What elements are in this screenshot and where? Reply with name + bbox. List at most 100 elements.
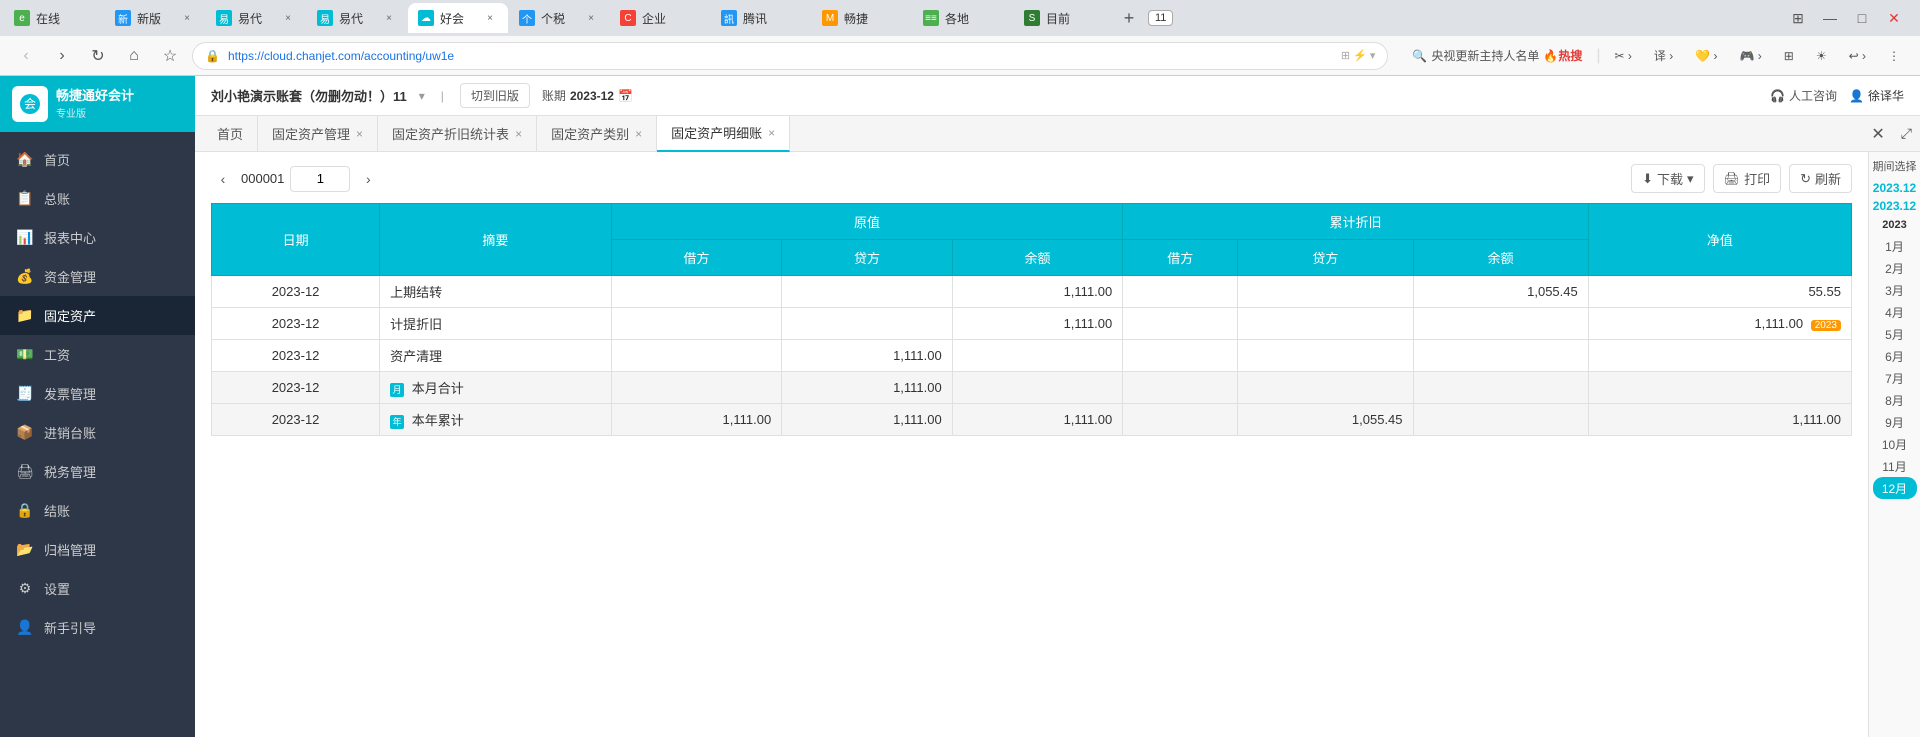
sidebar-item-invoice[interactable]: 🧾 发票管理 xyxy=(0,374,195,413)
sidebar-item-fund[interactable]: 💰 资金管理 xyxy=(0,257,195,296)
browser-tab-muqian[interactable]: S 目前 xyxy=(1014,3,1114,33)
maximize-btn[interactable]: □ xyxy=(1848,4,1876,32)
brightness-btn[interactable]: ☀ xyxy=(1808,45,1835,67)
browser-tab-tengxun[interactable]: 訊 腾讯 xyxy=(711,3,811,33)
cell-orig-balance-1: 1,111.00 xyxy=(952,276,1123,308)
search-toolbar[interactable]: 🔍 央视更新主持人名单 🔥热搜 xyxy=(1404,43,1590,68)
browser-tab-new[interactable]: 新 新版 × xyxy=(105,3,205,33)
cell-orig-balance-2: 1,111.00 xyxy=(952,308,1123,340)
sidebar-item-salary[interactable]: 💵 工资 xyxy=(0,335,195,374)
pagination-nav: ‹ 000001 1 › xyxy=(211,166,380,192)
refresh-btn[interactable]: ↻ 刷新 xyxy=(1789,164,1852,193)
period-panel-title: 期间选择 xyxy=(1871,156,1919,179)
tab-close-yidai1[interactable]: × xyxy=(280,10,296,26)
page-tab-fixed-cat[interactable]: 固定资产类别 × xyxy=(537,116,657,152)
period-month-11[interactable]: 11月 xyxy=(1873,455,1917,477)
sidebar-item-closing[interactable]: 🔒 结账 xyxy=(0,491,195,530)
app-main: 刘小艳演示账套（勿删勿动！）11 ▾ | 切到旧版 账期 2023-12 📅 🎧… xyxy=(195,76,1920,737)
browser-tab-yidai1[interactable]: 易 易代 × xyxy=(206,3,306,33)
period-month-5[interactable]: 5月 xyxy=(1873,323,1917,345)
more-btn[interactable]: ⋮ xyxy=(1880,45,1908,67)
period-calendar-icon[interactable]: 📅 xyxy=(618,89,633,103)
new-tab-button[interactable]: + xyxy=(1115,4,1143,32)
tab-close-geshui[interactable]: × xyxy=(583,10,599,26)
account-name: 刘小艳演示账套（勿删勿动！）11 xyxy=(211,86,407,105)
minimize-btn[interactable]: — xyxy=(1816,4,1844,32)
support-link[interactable]: 🎧 人工咨询 xyxy=(1770,87,1837,104)
period-month-6[interactable]: 6月 xyxy=(1873,345,1917,367)
switch-version-btn[interactable]: 切到旧版 xyxy=(460,83,530,108)
cell-orig-debit-4 xyxy=(611,372,782,404)
period-month-12[interactable]: 12月 xyxy=(1873,477,1917,499)
page-tab-home[interactable]: 首页 xyxy=(203,116,258,152)
download-btn[interactable]: ⬇ 下载 ▾ xyxy=(1631,164,1704,193)
sidebar-item-guide[interactable]: 👤 新手引导 xyxy=(0,608,195,647)
game-btn[interactable]: 🎮 › xyxy=(1732,45,1770,67)
close-browser-btn[interactable]: ✕ xyxy=(1880,4,1908,32)
browser-tab-online[interactable]: e 在线 xyxy=(4,3,104,33)
sidebar-item-archive[interactable]: 📂 归档管理 xyxy=(0,530,195,569)
period-month-1[interactable]: 1月 xyxy=(1873,235,1917,257)
browser-tab-gedi[interactable]: ≡≡ 各地 xyxy=(913,3,1013,33)
tab-close-yidai2[interactable]: × xyxy=(381,10,397,26)
period-month-4[interactable]: 4月 xyxy=(1873,301,1917,323)
page-tab-fixed-mgmt-close[interactable]: × xyxy=(356,127,363,141)
sidebar-label-guide: 新手引导 xyxy=(44,618,96,637)
period-year-2023[interactable]: 2023 xyxy=(1880,215,1908,235)
tax-icon: 🖨 xyxy=(16,463,34,481)
th-dep-debit: 借方 xyxy=(1123,240,1238,276)
undo-btn[interactable]: ↩ › xyxy=(1841,45,1874,67)
page-tab-fixed-dep-close[interactable]: × xyxy=(515,127,522,141)
period-month-3[interactable]: 3月 xyxy=(1873,279,1917,301)
cell-net-5: 1,111.00 xyxy=(1588,404,1851,436)
sidebar-item-purchase[interactable]: 📦 进销台账 xyxy=(0,413,195,452)
account-dropdown-icon[interactable]: ▾ xyxy=(419,89,425,103)
url-bar[interactable]: 🔒 https://cloud.chanjet.com/accounting/u… xyxy=(192,42,1388,70)
tab-close-new[interactable]: × xyxy=(179,10,195,26)
back-button[interactable]: ‹ xyxy=(12,42,40,70)
page-tab-fixed-dep[interactable]: 固定资产折旧统计表 × xyxy=(378,116,537,152)
browser-tab-qiye[interactable]: C 企业 xyxy=(610,3,710,33)
period-label: 账期 2023-12 📅 xyxy=(542,87,633,104)
translate-btn[interactable]: 译 › xyxy=(1646,43,1681,68)
scissors-btn[interactable]: ✂ › xyxy=(1606,45,1639,67)
tab-label-tengxun: 腾讯 xyxy=(743,10,767,27)
page-input[interactable]: 1 xyxy=(290,166,350,192)
extensions-btn[interactable]: ⊞ xyxy=(1784,4,1812,32)
page-tab-fixed-cat-close[interactable]: × xyxy=(635,127,642,141)
tab-label-online: 在线 xyxy=(36,10,60,27)
sidebar-item-fixed[interactable]: 📁 固定资产 xyxy=(0,296,195,335)
sidebar-item-home[interactable]: 🏠 首页 xyxy=(0,140,195,179)
reload-button[interactable]: ↻ xyxy=(84,42,112,70)
browser-tab-geshui[interactable]: 个 个税 × xyxy=(509,3,609,33)
page-tab-fixed-detail-close[interactable]: × xyxy=(768,126,775,140)
print-btn[interactable]: 🖨 打印 xyxy=(1713,164,1782,193)
period-month-10[interactable]: 10月 xyxy=(1873,433,1917,455)
grid-btn[interactable]: ⊞ xyxy=(1776,45,1802,67)
sidebar-item-ledger[interactable]: 📋 总账 xyxy=(0,179,195,218)
prev-page-btn[interactable]: ‹ xyxy=(211,167,235,191)
browser-tab-changjie[interactable]: M 畅捷 xyxy=(812,3,912,33)
sidebar-item-settings[interactable]: ⚙ 设置 xyxy=(0,569,195,608)
panel-close-btn[interactable]: ✕ xyxy=(1863,120,1892,148)
period-month-8[interactable]: 8月 xyxy=(1873,389,1917,411)
sidebar-item-report[interactable]: 📊 报表中心 xyxy=(0,218,195,257)
th-orig-debit: 借方 xyxy=(611,240,782,276)
bookmark-button[interactable]: ☆ xyxy=(156,42,184,70)
sidebar-item-tax[interactable]: 🖨 税务管理 xyxy=(0,452,195,491)
tab-label-changjie: 畅捷 xyxy=(844,10,868,27)
tab-close-haohui[interactable]: × xyxy=(482,10,498,26)
tab-favicon-gedi: ≡≡ xyxy=(923,10,939,26)
browser-tab-yidai2[interactable]: 易 易代 × xyxy=(307,3,407,33)
forward-button[interactable]: › xyxy=(48,42,76,70)
browser-tab-haohui[interactable]: ☁ 好会 × xyxy=(408,3,508,33)
period-month-7[interactable]: 7月 xyxy=(1873,367,1917,389)
panel-expand-btn[interactable]: ⤢ xyxy=(1893,121,1920,146)
next-page-btn[interactable]: › xyxy=(356,167,380,191)
page-tab-fixed-detail[interactable]: 固定资产明细账 × xyxy=(657,116,790,152)
period-month-9[interactable]: 9月 xyxy=(1873,411,1917,433)
home-button[interactable]: ⌂ xyxy=(120,42,148,70)
page-tab-fixed-mgmt[interactable]: 固定资产管理 × xyxy=(258,116,378,152)
period-month-2[interactable]: 2月 xyxy=(1873,257,1917,279)
wallet-btn[interactable]: 💛 › xyxy=(1687,45,1725,67)
